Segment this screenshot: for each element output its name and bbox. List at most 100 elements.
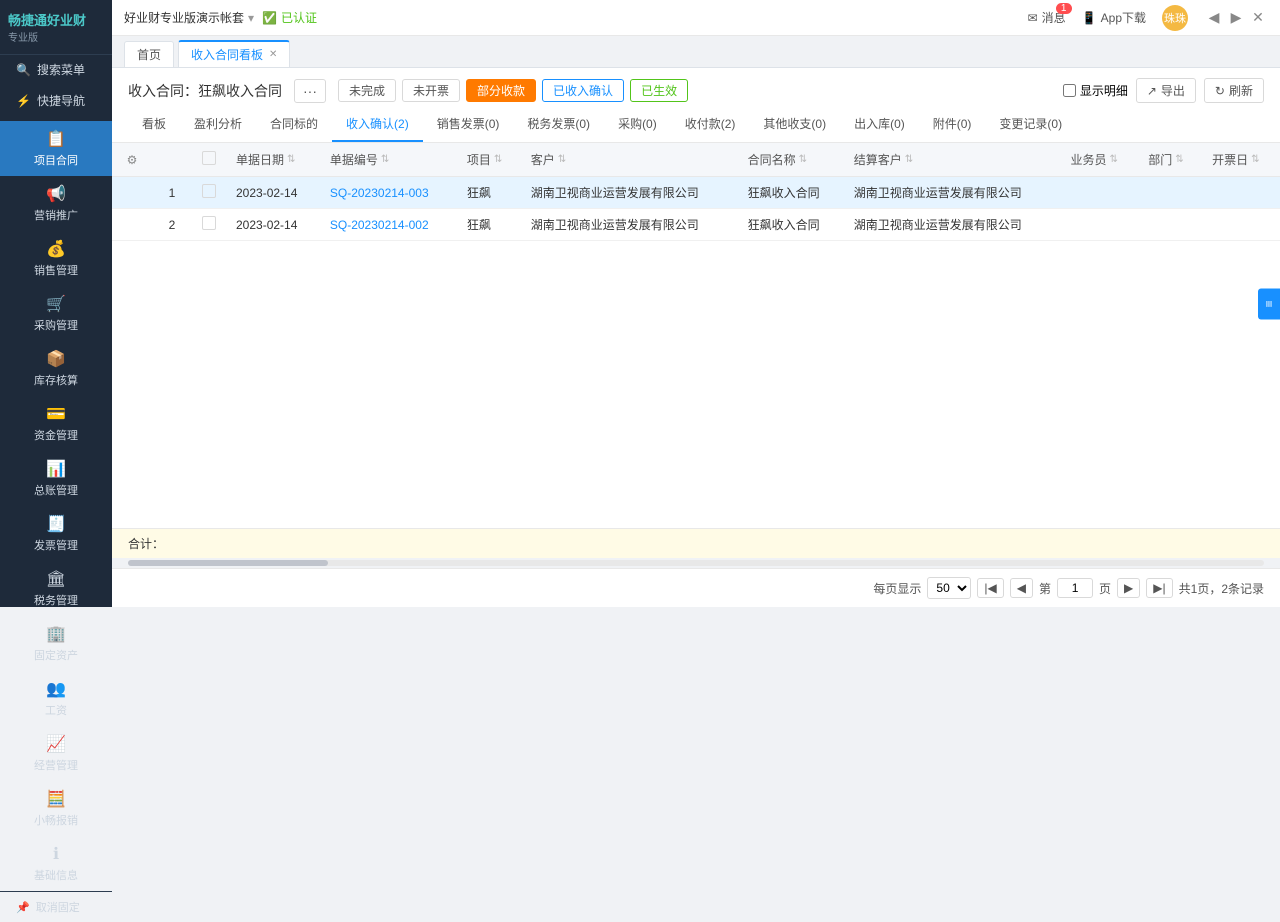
sidebar-item-marketing[interactable]: 📢 营销推广 — [0, 176, 112, 231]
tab-change-log[interactable]: 变更记录(0) — [985, 107, 1076, 142]
export-button[interactable]: ↗ 导出 — [1136, 78, 1196, 103]
tab-tax-invoice[interactable]: 税务发票(0) — [513, 107, 604, 142]
th-code[interactable]: 单据编号 ⇅ — [320, 143, 457, 177]
cell-contract-name: 狂飙收入合同 — [738, 209, 844, 241]
row-code-link[interactable]: SQ-20230214-003 — [330, 186, 429, 200]
sidebar-item-hr[interactable]: 👥 工资 — [0, 671, 112, 726]
th-open-date[interactable]: 开票日 ⇅ — [1202, 143, 1280, 177]
cell-code[interactable]: SQ-20230214-002 — [320, 209, 457, 241]
table-row[interactable]: 2 2023-02-14 SQ-20230214-002 狂飙 — [112, 209, 1280, 241]
sidebar-item-report[interactable]: 🧮 小畅报销 — [0, 781, 112, 836]
cell-open-date — [1202, 209, 1280, 241]
sidebar-item-basic[interactable]: ℹ 基础信息 — [0, 836, 112, 891]
close-button[interactable]: ✕ — [1248, 8, 1268, 28]
tab-close-icon[interactable]: ✕ — [269, 49, 277, 60]
cell-check[interactable] — [192, 209, 226, 241]
th-project[interactable]: 项目 ⇅ — [457, 143, 521, 177]
show-detail-checkbox[interactable]: 显示明细 — [1063, 82, 1128, 99]
tab-home-label: 首页 — [137, 46, 161, 63]
table-area: ⚙ 单据日期 ⇅ — [112, 143, 1280, 528]
cell-code[interactable]: SQ-20230214-003 — [320, 177, 457, 209]
row-code-link[interactable]: SQ-20230214-002 — [330, 218, 429, 232]
row-checkbox[interactable] — [202, 184, 216, 198]
message-button[interactable]: ✉ 消息 1 — [1028, 9, 1066, 26]
refresh-button[interactable]: ↻ 刷新 — [1204, 78, 1264, 103]
tab-dashboard[interactable]: 看板 — [128, 107, 180, 142]
sidebar-item-tax[interactable]: 🏛 税务管理 — [0, 561, 112, 616]
sort-open-date-icon: ⇅ — [1251, 154, 1259, 165]
row-num: 2 — [169, 218, 176, 232]
sidebar-item-purchase[interactable]: 🛒 采购管理 — [0, 286, 112, 341]
scrollbar-track — [128, 560, 1264, 566]
row-checkbox[interactable] — [202, 216, 216, 230]
tab-profit[interactable]: 盈利分析 — [180, 107, 256, 142]
th-contract-name[interactable]: 合同名称 ⇅ — [738, 143, 844, 177]
status-partial[interactable]: 部分收款 — [466, 79, 536, 102]
first-page-button[interactable]: |◀ — [977, 578, 1003, 598]
company-selector[interactable]: 好业财专业版演示帐套 ▾ — [124, 9, 254, 26]
last-page-button[interactable]: ▶| — [1146, 578, 1172, 598]
app-version: 专业版 — [8, 29, 104, 44]
forward-button[interactable]: ▶ — [1226, 8, 1246, 28]
per-page-select[interactable]: 50 — [927, 577, 971, 599]
search-menu[interactable]: 🔍 搜索菜单 — [0, 55, 112, 84]
contract-name: 狂飙收入合同 — [198, 83, 282, 99]
tab-payment[interactable]: 收付款(2) — [671, 107, 750, 142]
more-button[interactable]: ··· — [294, 79, 326, 103]
scrollbar-thumb[interactable] — [128, 560, 328, 566]
sidebar-item-inventory[interactable]: 📦 库存核算 — [0, 341, 112, 396]
sidebar-item-label: 采购管理 — [34, 317, 78, 333]
tab-purchase[interactable]: 采购(0) — [604, 107, 671, 142]
sidebar-item-mgmt[interactable]: 📈 经营管理 — [0, 726, 112, 781]
prev-page-button[interactable]: ◀ — [1010, 578, 1033, 598]
sidebar: 畅捷通好业财 专业版 🔍 搜索菜单 ⚡ 快捷导航 📋 项目合同 📢 营销推广 💰… — [0, 0, 112, 607]
cell-project: 狂飙 — [457, 209, 521, 241]
status-incomplete[interactable]: 未完成 — [338, 79, 396, 102]
status-confirmed[interactable]: 已收入确认 — [542, 79, 624, 102]
cell-check[interactable] — [192, 177, 226, 209]
total-info: 共1页，2条记录 — [1179, 580, 1264, 597]
status-unopened[interactable]: 未开票 — [402, 79, 460, 102]
contract-actions: 显示明细 ↗ 导出 ↻ 刷新 — [1063, 78, 1264, 103]
th-settings[interactable]: ⚙ — [112, 143, 152, 177]
app-download-button[interactable]: 📱 App下载 — [1082, 9, 1146, 26]
project-icon: 📋 — [46, 129, 66, 149]
tab-contract[interactable]: 收入合同看板 ✕ — [178, 40, 290, 67]
tab-home[interactable]: 首页 — [124, 41, 174, 67]
horizontal-scrollbar[interactable] — [112, 558, 1280, 568]
tab-attachment[interactable]: 附件(0) — [919, 107, 986, 142]
select-all-checkbox[interactable] — [202, 151, 216, 165]
th-department[interactable]: 部门 ⇅ — [1138, 143, 1202, 177]
row-num: 1 — [169, 186, 176, 200]
next-page-button[interactable]: ▶ — [1117, 578, 1140, 598]
user-profile[interactable]: 珠珠 — [1162, 5, 1188, 31]
table-row[interactable]: 1 2023-02-14 SQ-20230214-003 狂飙 — [112, 177, 1280, 209]
message-icon: ✉ — [1028, 11, 1038, 25]
th-salesman[interactable]: 业务员 ⇅ — [1061, 143, 1139, 177]
sidebar-item-invoice[interactable]: 🧾 发票管理 — [0, 506, 112, 561]
show-detail-input[interactable] — [1063, 84, 1076, 97]
th-customer[interactable]: 客户 ⇅ — [521, 143, 738, 177]
sidebar-item-general[interactable]: 📊 总账管理 — [0, 451, 112, 506]
sidebar-item-sales[interactable]: 💰 销售管理 — [0, 231, 112, 286]
th-date[interactable]: 单据日期 ⇅ — [226, 143, 320, 177]
sort-project-icon: ⇅ — [494, 154, 502, 165]
sidebar-item-funds[interactable]: 💳 资金管理 — [0, 396, 112, 451]
tab-sales-invoice[interactable]: 销售发票(0) — [423, 107, 514, 142]
tab-warehouse[interactable]: 出入库(0) — [840, 107, 919, 142]
settings-icon[interactable]: ⚙ — [127, 153, 138, 167]
th-settlement[interactable]: 结算客户 ⇅ — [844, 143, 1061, 177]
status-effective[interactable]: 已生效 — [630, 79, 688, 102]
page-input[interactable] — [1057, 578, 1093, 598]
tab-other-income[interactable]: 其他收支(0) — [749, 107, 840, 142]
right-panel-button[interactable]: ≡ — [1258, 288, 1280, 319]
back-button[interactable]: ◀ — [1204, 8, 1224, 28]
tab-standards[interactable]: 合同标的 — [256, 107, 332, 142]
sidebar-item-project[interactable]: 📋 项目合同 — [0, 121, 112, 176]
th-check[interactable] — [192, 143, 226, 177]
tab-revenue-confirm[interactable]: 收入确认(2) — [332, 107, 423, 142]
quick-nav[interactable]: ⚡ 快捷导航 — [0, 84, 112, 117]
sidebar-item-asset[interactable]: 🏢 固定资产 — [0, 616, 112, 671]
cancel-fixed[interactable]: 📌 取消固定 — [0, 892, 112, 922]
main-table: ⚙ 单据日期 ⇅ — [112, 143, 1280, 241]
